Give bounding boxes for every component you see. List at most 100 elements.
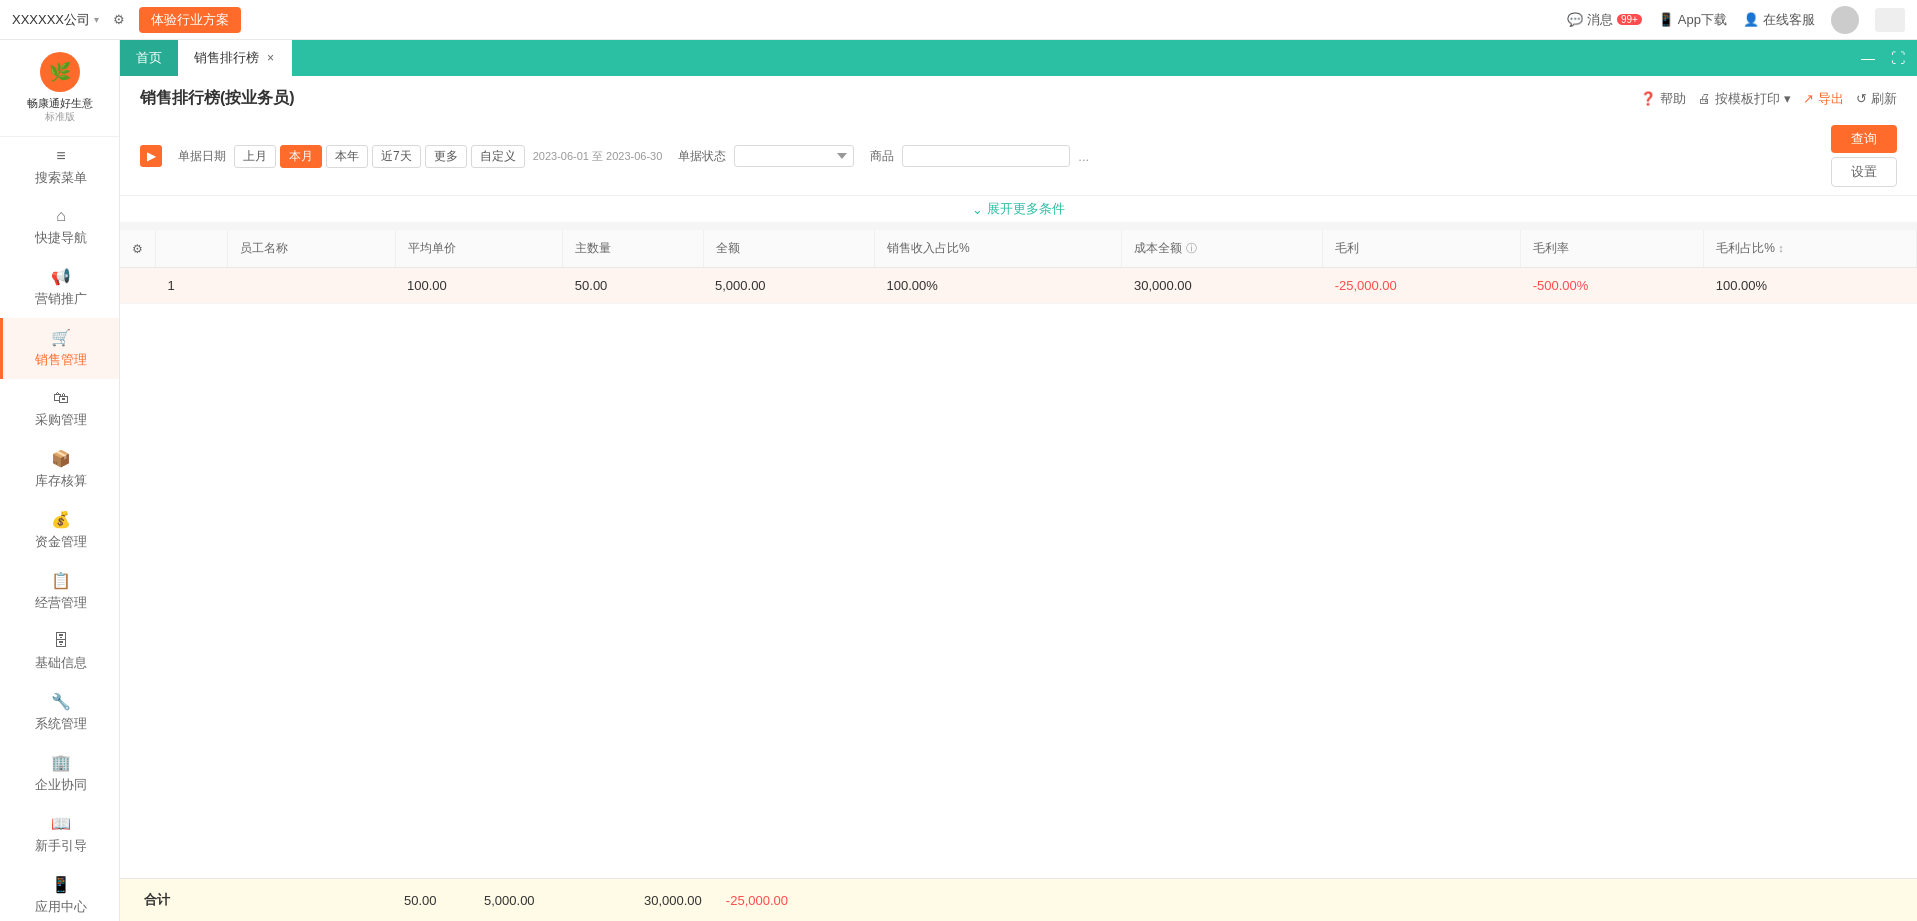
footer-profit: -25,000.00 bbox=[714, 889, 800, 912]
date-btn-7days[interactable]: 近7天 bbox=[372, 145, 421, 168]
tab-home[interactable]: 首页 bbox=[120, 40, 178, 76]
col-header-profit-rate: 毛利率 bbox=[1521, 230, 1704, 268]
app-icon: 📱 bbox=[1658, 12, 1674, 27]
sidebar-item-sales[interactable]: 🛒 销售管理 bbox=[0, 318, 119, 379]
date-btn-more[interactable]: 更多 bbox=[425, 145, 467, 168]
refresh-icon: ↺ bbox=[1856, 91, 1867, 106]
basic-info-icon: 🗄 bbox=[53, 632, 69, 650]
refresh-label: 刷新 bbox=[1871, 90, 1897, 108]
date-btn-custom[interactable]: 自定义 bbox=[471, 145, 525, 168]
date-btn-this-year[interactable]: 本年 bbox=[326, 145, 368, 168]
sidebar-item-operations[interactable]: 📋 经营管理 bbox=[0, 561, 119, 622]
operations-icon: 📋 bbox=[51, 571, 71, 590]
col-header-sales-pct: 销售收入占比% bbox=[874, 230, 1121, 268]
footer-spacer-name bbox=[232, 896, 312, 904]
col-header-rank bbox=[156, 230, 228, 268]
sidebar-item-quick-nav[interactable]: ⌂ 快捷导航 bbox=[0, 197, 119, 257]
tab-minimize-icon[interactable]: — bbox=[1857, 46, 1879, 70]
trial-button[interactable]: 体验行业方案 bbox=[139, 7, 241, 33]
query-button[interactable]: 查询 bbox=[1831, 125, 1897, 153]
sidebar-item-label: 企业协同 bbox=[35, 776, 87, 794]
top-settings-icon[interactable]: ⚙ bbox=[107, 8, 131, 32]
sidebar-item-enterprise[interactable]: 🏢 企业协同 bbox=[0, 743, 119, 804]
filter-toggle-icon: ▶ bbox=[147, 149, 156, 163]
tab-maximize-icon[interactable]: ⛶ bbox=[1887, 46, 1909, 70]
goods-input[interactable] bbox=[902, 145, 1070, 167]
logo-name: 畅康通好生意 bbox=[27, 96, 93, 110]
sidebar-item-app-center[interactable]: 📱 应用中心 bbox=[0, 865, 119, 921]
sidebar-item-guide[interactable]: 📖 新手引导 bbox=[0, 804, 119, 865]
tab-sales-rank[interactable]: 销售排行榜 × bbox=[178, 40, 292, 76]
footer-spacer-pct bbox=[552, 896, 632, 904]
sidebar-item-basic-info[interactable]: 🗄 基础信息 bbox=[0, 622, 119, 682]
template-print-btn[interactable]: 🖨 按模板打印 ▾ bbox=[1698, 90, 1791, 108]
sidebar-item-label: 快捷导航 bbox=[35, 229, 87, 247]
sidebar-item-label: 经营管理 bbox=[35, 594, 87, 612]
tab-bar: 首页 销售排行榜 × — ⛶ bbox=[120, 40, 1917, 76]
user-name-badge[interactable] bbox=[1875, 8, 1905, 32]
help-btn[interactable]: ❓ 帮助 bbox=[1640, 90, 1686, 108]
col-header-avg-price: 平均单价 bbox=[395, 230, 563, 268]
sidebar-item-system[interactable]: 🔧 系统管理 bbox=[0, 682, 119, 743]
sidebar-item-label: 系统管理 bbox=[35, 715, 87, 733]
table-footer: 合计 50.00 5,000.00 30,000.00 -25,000.00 bbox=[120, 878, 1917, 921]
sidebar-item-finance[interactable]: 💰 资金管理 bbox=[0, 500, 119, 561]
footer-amount: 5,000.00 bbox=[472, 889, 552, 912]
help-label: 帮助 bbox=[1660, 90, 1686, 108]
date-range-text: 2023-06-01 至 2023-06-30 bbox=[533, 149, 663, 164]
col-header-name: 员工名称 bbox=[227, 230, 395, 268]
status-filter-group: 单据状态 bbox=[678, 145, 854, 167]
online-service-item[interactable]: 👤 在线客服 bbox=[1743, 11, 1815, 29]
refresh-btn[interactable]: ↺ 刷新 bbox=[1856, 90, 1897, 108]
sidebar-item-label: 资金管理 bbox=[35, 533, 87, 551]
company-name: XXXXXX公司 bbox=[12, 11, 90, 29]
col-header-profit-pct: 毛利占比% ↕ bbox=[1704, 230, 1917, 268]
cell-amount: 5,000.00 bbox=[703, 268, 874, 304]
cell-name bbox=[227, 268, 395, 304]
logo-icon: 🌿 bbox=[40, 52, 80, 92]
sidebar-item-label: 应用中心 bbox=[35, 898, 87, 916]
sidebar-item-label: 库存核算 bbox=[35, 472, 87, 490]
col-header-profit: 毛利 bbox=[1323, 230, 1521, 268]
table-row: 1 100.00 50.00 5,000.00 100.00% 30,000.0… bbox=[120, 268, 1917, 304]
sidebar-item-label: 销售管理 bbox=[35, 351, 87, 369]
setting-button[interactable]: 设置 bbox=[1831, 157, 1897, 187]
sidebar-item-purchase[interactable]: 🛍 采购管理 bbox=[0, 379, 119, 439]
btn-group-right: 查询 设置 bbox=[1831, 125, 1897, 187]
filter-toggle-btn[interactable]: ▶ bbox=[140, 145, 162, 167]
help-icon: ❓ bbox=[1640, 91, 1656, 106]
date-btn-this-month[interactable]: 本月 bbox=[280, 145, 322, 168]
status-select[interactable] bbox=[734, 145, 854, 167]
message-item[interactable]: 💬 消息 99+ bbox=[1567, 11, 1642, 29]
date-label: 单据日期 bbox=[178, 148, 226, 165]
export-btn[interactable]: ↗ 导出 bbox=[1803, 90, 1844, 108]
cell-profit-pct: 100.00% bbox=[1704, 268, 1917, 304]
sidebar-item-marketing[interactable]: 📢 营销推广 bbox=[0, 257, 119, 318]
cell-profit: -25,000.00 bbox=[1323, 268, 1521, 304]
profit-pct-info-icon: ↕ bbox=[1778, 242, 1784, 254]
search-menu-icon: ≡ bbox=[56, 147, 65, 165]
expand-more-btn[interactable]: ⌄ 展开更多条件 bbox=[972, 200, 1065, 218]
tab-close-icon[interactable]: × bbox=[265, 51, 276, 65]
sidebar-item-inventory[interactable]: 📦 库存核算 bbox=[0, 439, 119, 500]
col-header-cost: 成本全额 ⓘ bbox=[1122, 230, 1323, 268]
goods-label: 商品 bbox=[870, 148, 894, 165]
enterprise-icon: 🏢 bbox=[51, 753, 71, 772]
system-icon: 🔧 bbox=[51, 692, 71, 711]
app-center-icon: 📱 bbox=[51, 875, 71, 894]
col-header-settings[interactable]: ⚙ bbox=[120, 230, 156, 268]
top-bar: XXXXXX公司 ▾ ⚙ 体验行业方案 💬 消息 99+ 📱 App下载 👤 在… bbox=[0, 0, 1917, 40]
filter-ellipsis[interactable]: ... bbox=[1078, 149, 1089, 164]
company-selector[interactable]: XXXXXX公司 ▾ bbox=[12, 11, 99, 29]
sidebar-item-label: 新手引导 bbox=[35, 837, 87, 855]
cell-settings bbox=[120, 268, 156, 304]
cell-avg-price: 100.00 bbox=[395, 268, 563, 304]
export-label: 导出 bbox=[1818, 90, 1844, 108]
col-header-amount: 全额 bbox=[703, 230, 874, 268]
cell-sales-pct: 100.00% bbox=[874, 268, 1121, 304]
date-btn-last-month[interactable]: 上月 bbox=[234, 145, 276, 168]
app-download-item[interactable]: 📱 App下载 bbox=[1658, 11, 1727, 29]
sidebar-item-search[interactable]: ≡ 搜索菜单 bbox=[0, 137, 119, 197]
avatar[interactable] bbox=[1831, 6, 1859, 34]
date-buttons: 上月 本月 本年 近7天 更多 自定义 bbox=[234, 145, 525, 168]
